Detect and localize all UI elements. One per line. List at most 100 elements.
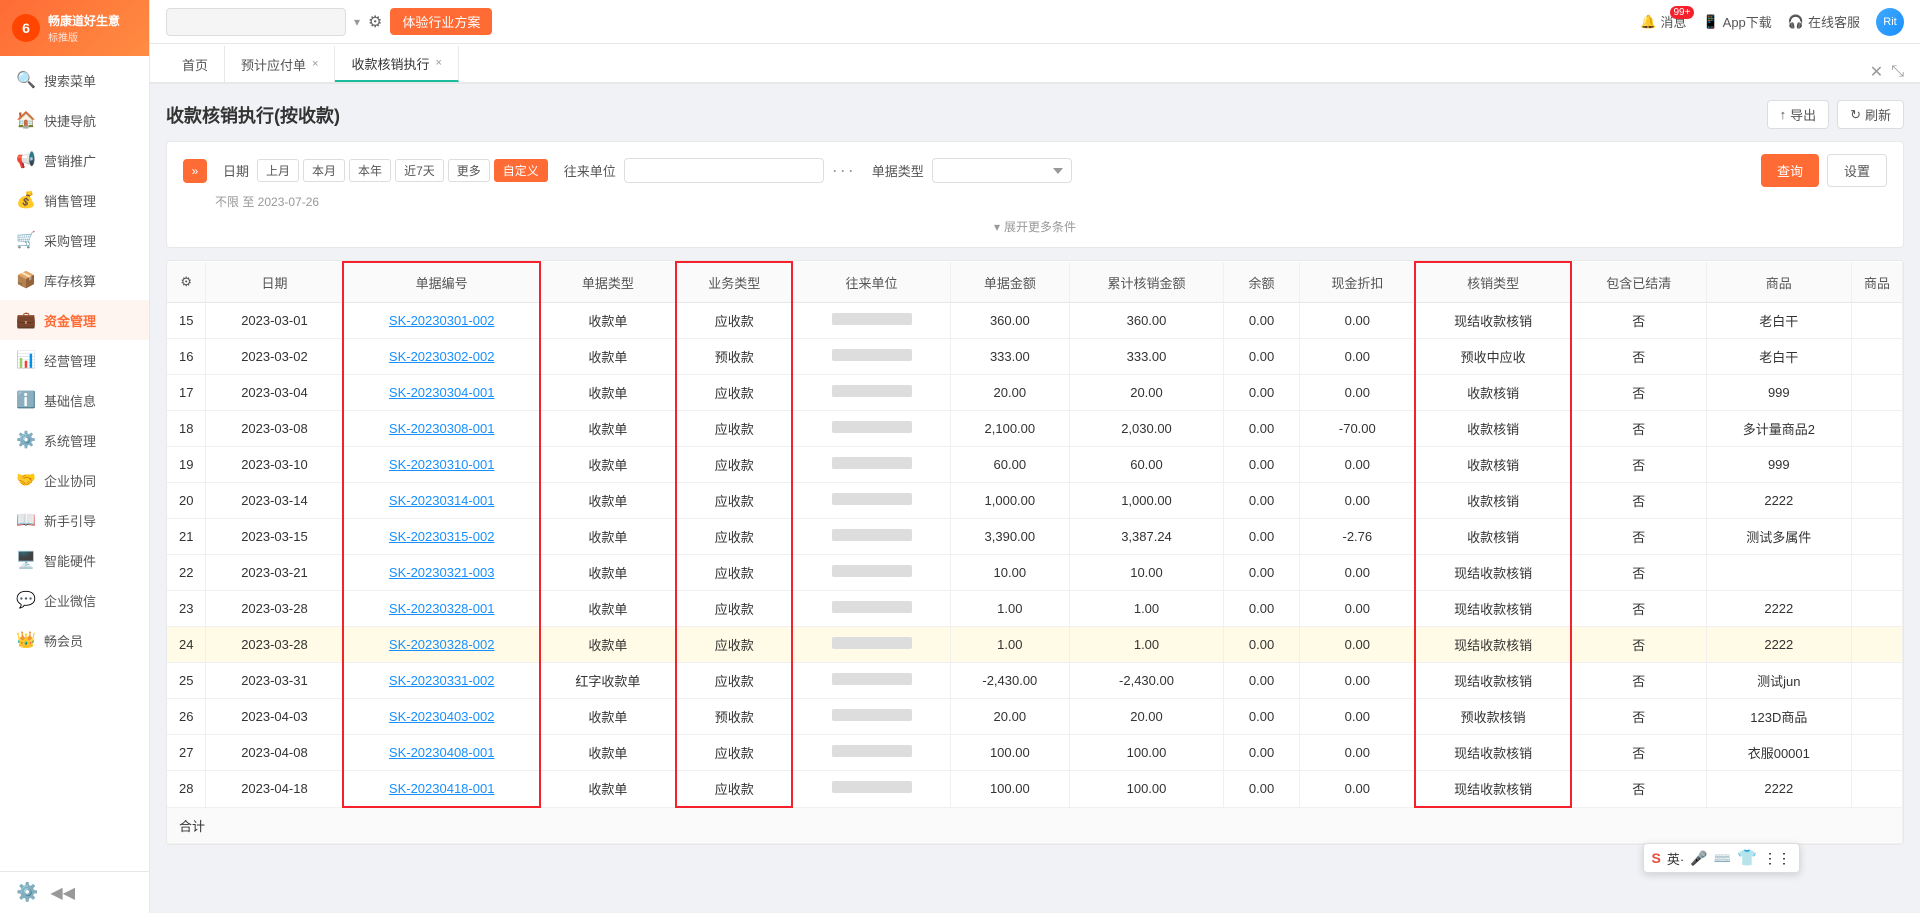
order-no-link[interactable]: SK-20230304-001	[389, 385, 495, 400]
query-button[interactable]: 查询	[1761, 154, 1819, 187]
order-no-link[interactable]: SK-20230418-001	[389, 781, 495, 796]
table-settings-icon[interactable]: ⚙	[167, 262, 206, 303]
cell-verified: 2,030.00	[1070, 411, 1224, 447]
sidebar-item-shortcuts[interactable]: 🏠快捷导航	[0, 100, 149, 140]
cell-product2	[1851, 627, 1902, 663]
settings-icon[interactable]: ⚙️	[16, 882, 38, 903]
tab-collection[interactable]: 收款核销执行×	[335, 46, 458, 82]
date-btn-更多[interactable]: 更多	[448, 159, 490, 182]
order-no-link[interactable]: SK-20230321-003	[389, 565, 495, 580]
sidebar-item-wechat[interactable]: 💬企业微信	[0, 580, 149, 620]
collapse-icon[interactable]: ◀◀	[50, 883, 75, 903]
cell-bill-type: 收款单	[540, 375, 676, 411]
sidebar-item-inventory[interactable]: 📦库存核算	[0, 260, 149, 300]
sidebar-item-hardware[interactable]: 🖥️智能硬件	[0, 540, 149, 580]
cell-amount: 1,000.00	[950, 483, 1069, 519]
order-no-link[interactable]: SK-20230314-001	[389, 493, 495, 508]
sidebar-item-purchase[interactable]: 🛒采购管理	[0, 220, 149, 260]
cell-order-no: SK-20230321-003	[343, 555, 540, 591]
topbar-gear-icon[interactable]: ⚙	[368, 12, 382, 32]
order-no-link[interactable]: SK-20230301-002	[389, 313, 495, 328]
topbar-chevron-icon[interactable]: ▾	[354, 15, 360, 29]
sogou-mic-icon[interactable]: 🎤	[1690, 850, 1707, 867]
sogou-grid-icon[interactable]: ⌨️	[1714, 850, 1731, 867]
order-no-link[interactable]: SK-20230331-002	[389, 673, 495, 688]
cell-partner	[792, 699, 950, 735]
cell-verified: 10.00	[1070, 555, 1224, 591]
cell-partner	[792, 771, 950, 808]
partner-dots[interactable]: ···	[832, 160, 856, 181]
date-btn-近7天[interactable]: 近7天	[395, 159, 444, 182]
cell-discount: 0.00	[1300, 663, 1416, 699]
table-row: 22 2023-03-21 SK-20230321-003 收款单 应收款 10…	[167, 555, 1903, 591]
date-btn-本年[interactable]: 本年	[349, 159, 391, 182]
cell-biz-type: 应收款	[676, 771, 793, 808]
sogou-apps-icon[interactable]: ⋮⋮	[1763, 850, 1791, 867]
sidebar-item-guide[interactable]: 📖新手引导	[0, 500, 149, 540]
partner-input[interactable]	[624, 158, 824, 183]
cell-include-settled: 否	[1571, 411, 1706, 447]
cell-no: 15	[167, 303, 206, 339]
sidebar-item-enterprise[interactable]: 🤝企业协同	[0, 460, 149, 500]
order-no-link[interactable]: SK-20230315-002	[389, 529, 495, 544]
cell-order-no: SK-20230418-001	[343, 771, 540, 808]
date-btn-本月[interactable]: 本月	[303, 159, 345, 182]
cell-partner	[792, 375, 950, 411]
sidebar-label-member: 畅会员	[44, 631, 83, 650]
export-button[interactable]: ↑ 导出	[1767, 100, 1830, 129]
cell-verified: 3,387.24	[1070, 519, 1224, 555]
sidebar-item-marketing[interactable]: 📢营销推广	[0, 140, 149, 180]
sidebar-item-search[interactable]: 🔍搜索菜单	[0, 60, 149, 100]
tab-close-collection[interactable]: ×	[435, 57, 441, 69]
sidebar-item-finance[interactable]: 💼资金管理	[0, 300, 149, 340]
expand-tab-icon[interactable]: ⤡	[1891, 63, 1904, 81]
cell-balance: 0.00	[1223, 375, 1299, 411]
refresh-button[interactable]: ↻ 刷新	[1837, 100, 1904, 129]
cell-amount: 100.00	[950, 735, 1069, 771]
cell-order-no: SK-20230308-001	[343, 411, 540, 447]
cell-discount: 0.00	[1300, 627, 1416, 663]
sogou-shirt-icon[interactable]: 👕	[1737, 848, 1757, 868]
sidebar-item-sales[interactable]: 💰销售管理	[0, 180, 149, 220]
order-no-link[interactable]: SK-20230403-002	[389, 709, 495, 724]
filter-expand-more-button[interactable]: ▾ 展开更多条件	[994, 218, 1076, 235]
order-no-link[interactable]: SK-20230308-001	[389, 421, 495, 436]
cell-biz-type: 预收款	[676, 339, 793, 375]
sidebar-item-member[interactable]: 👑畅会员	[0, 620, 149, 660]
date-btn-上月[interactable]: 上月	[257, 159, 299, 182]
filter-expand-button[interactable]: »	[183, 159, 207, 183]
partner-label: 往来单位	[564, 161, 616, 180]
sidebar-item-operations[interactable]: 📊经营管理	[0, 340, 149, 380]
close-tab-icon[interactable]: ✕	[1870, 62, 1883, 82]
table-card: ⚙ 日期 单据编号 单据类型 业务类型 往来单位 单据金额 累计核销金额 余额 …	[166, 260, 1904, 845]
tab-payable[interactable]: 预计应付单×	[225, 46, 335, 82]
order-no-link[interactable]: SK-20230310-001	[389, 457, 495, 472]
cell-partner	[792, 339, 950, 375]
cell-verify-type: 现结收款核销	[1415, 627, 1570, 663]
sidebar-item-system[interactable]: ⚙️系统管理	[0, 420, 149, 460]
tab-home[interactable]: 首页	[166, 46, 225, 82]
customer-service-item[interactable]: 🎧 在线客服	[1788, 12, 1860, 31]
order-no-link[interactable]: SK-20230302-002	[389, 349, 495, 364]
table-scroll[interactable]: ⚙ 日期 单据编号 单据类型 业务类型 往来单位 单据金额 累计核销金额 余额 …	[167, 261, 1903, 844]
messages-icon-item[interactable]: 🔔 消息 99+	[1640, 12, 1686, 31]
cell-partner	[792, 447, 950, 483]
cell-amount: 3,390.00	[950, 519, 1069, 555]
order-no-link[interactable]: SK-20230328-001	[389, 601, 495, 616]
user-avatar[interactable]: Rit	[1876, 8, 1904, 36]
cell-order-no: SK-20230328-002	[343, 627, 540, 663]
cell-include-settled: 否	[1571, 591, 1706, 627]
order-no-link[interactable]: SK-20230408-001	[389, 745, 495, 760]
tab-close-payable[interactable]: ×	[312, 58, 318, 70]
app-download-item[interactable]: 📱 App下载	[1702, 12, 1771, 31]
industry-solution-button[interactable]: 体验行业方案	[390, 8, 492, 35]
sidebar-label-guide: 新手引导	[44, 511, 96, 530]
sidebar-item-basic[interactable]: ℹ️基础信息	[0, 380, 149, 420]
order-no-link[interactable]: SK-20230328-002	[389, 637, 495, 652]
setting-button[interactable]: 设置	[1827, 154, 1887, 187]
cell-include-settled: 否	[1571, 339, 1706, 375]
date-custom-button[interactable]: 自定义	[494, 159, 548, 182]
topbar-search-input[interactable]	[166, 8, 346, 36]
billtype-select[interactable]	[932, 158, 1072, 183]
col-header-biz-type: 业务类型	[676, 262, 793, 303]
